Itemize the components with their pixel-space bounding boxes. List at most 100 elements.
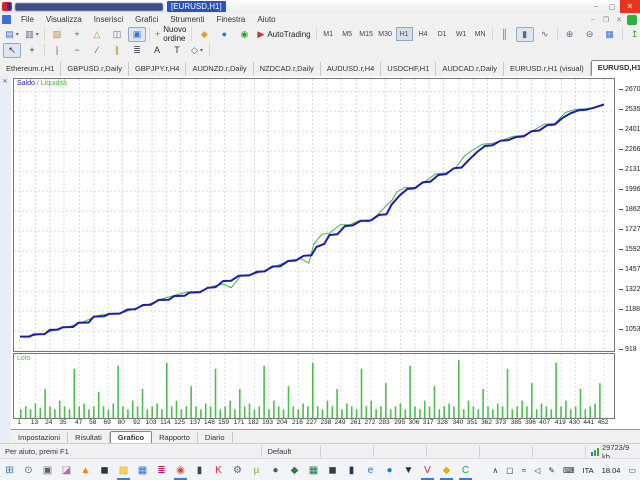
skype-icon[interactable]: ● (380, 460, 399, 480)
menu-inserisci[interactable]: Inserisci (88, 15, 129, 24)
chrome-icon[interactable]: ◉ (171, 460, 190, 480)
chart-tab-audusd-r-h4[interactable]: AUDUSD.r,H4 (321, 62, 382, 76)
store-icon[interactable]: ▼ (399, 460, 418, 480)
tester-tab-risultati[interactable]: Risultati (68, 431, 110, 443)
close-button[interactable]: ✕ (620, 0, 640, 13)
zoom-in-icon[interactable]: ⊕ (561, 27, 579, 42)
app-icon-6[interactable]: ● (266, 460, 285, 480)
search-icon[interactable]: ⊙ (19, 460, 38, 480)
tester-tab-grafico[interactable]: Grafico (109, 430, 153, 444)
chart-tab-gbpjpy-r-h4[interactable]: GBPJPY.r,H4 (129, 62, 187, 76)
chart-tab-usdchf-h1[interactable]: USDCHF,H1 (381, 62, 437, 76)
cursor-icon[interactable]: ↖ (3, 42, 21, 58)
chart-tab-eurusd-r-h1-visual-[interactable]: EURUSD.r,H1 (visual) (504, 62, 591, 76)
tile-panes-icon[interactable]: ◫ (108, 27, 126, 42)
shield-icon[interactable]: ◆ (285, 460, 304, 480)
tester-tab-diario[interactable]: Diario (198, 431, 233, 443)
excel-icon[interactable]: ▦ (304, 460, 323, 480)
timeframe-d1[interactable]: D1 (434, 27, 451, 41)
mt4-icon[interactable]: ◆ (437, 460, 456, 480)
channel-icon[interactable]: ∥ (108, 43, 126, 58)
menu-finestra[interactable]: Finestra (210, 15, 251, 24)
bars-chart-icon[interactable]: ║ (496, 27, 514, 42)
app-icon-1[interactable]: ◪ (57, 460, 76, 480)
tester-close-icon[interactable]: ✕ (1, 78, 9, 86)
chart-tab-eurusd-h1[interactable]: EURUSD,H1 (590, 60, 640, 76)
pen-icon[interactable]: ✎ (544, 466, 559, 475)
explorer-icon[interactable]: ▨ (114, 460, 133, 480)
menu-visualizza[interactable]: Visualizza (40, 15, 88, 24)
arrange-up-icon[interactable]: ↥ (626, 27, 640, 42)
label-icon[interactable]: T (168, 43, 186, 58)
chart-close-icon[interactable]: ✕ (614, 16, 624, 24)
profiles-icon[interactable]: ▥ ▾ (23, 27, 41, 42)
chart-tab-ethereum-r-h1[interactable]: Ethereum.r,H1 (0, 62, 62, 76)
chart-restore-icon[interactable]: ❐ (601, 16, 611, 24)
menu-aiuto[interactable]: Aiuto (251, 15, 281, 24)
zoom-out-icon[interactable]: ⊖ (581, 27, 599, 42)
vertical-line-icon[interactable]: | (48, 43, 66, 58)
shapes-icon[interactable]: ◇ ▾ (188, 43, 206, 58)
tile-windows-icon[interactable]: ▦ (601, 27, 619, 42)
network-icon[interactable]: ≈ (518, 466, 530, 475)
app-icon-2[interactable]: ◼ (95, 460, 114, 480)
hidden-icons-chevron[interactable]: ∧ (488, 466, 502, 475)
text-icon[interactable]: A (148, 43, 166, 58)
app-icon-c[interactable]: C (456, 460, 475, 480)
settings-icon[interactable]: ⚙ (228, 460, 247, 480)
chart-tab-audcad-r-daily[interactable]: AUDCAD.r,Daily (436, 62, 504, 76)
language-indicator[interactable]: ITA (579, 466, 598, 475)
overlay-green-icon[interactable] (627, 14, 637, 25)
chart-tab-gbpusd-r-daily[interactable]: GBPUSD.r,Daily (61, 62, 129, 76)
app-icon-7[interactable]: ◼ (323, 460, 342, 480)
line-chart-icon[interactable]: ∿ (536, 27, 554, 42)
timeframe-m30[interactable]: M30 (377, 27, 394, 41)
vlc-icon[interactable]: ▲ (76, 460, 95, 480)
menu-file[interactable]: File (15, 15, 40, 24)
autotrading-button[interactable]: ▶ AutoTrading (255, 27, 312, 42)
horizontal-line-icon[interactable]: − (68, 43, 86, 58)
app-icon-3[interactable]: ▦ (133, 460, 152, 480)
lots-histogram-plot[interactable] (13, 353, 615, 419)
chart-tab-audnzd-r-daily[interactable]: AUDNZD.r,Daily (186, 62, 254, 76)
tester-tab-rapporto[interactable]: Rapporto (152, 431, 198, 443)
timeframe-h4[interactable]: H4 (415, 27, 432, 41)
volume-muted-icon[interactable]: ◁ (530, 466, 544, 475)
new-order-button[interactable]: + Nuovo ordine (153, 25, 188, 43)
action-center-icon[interactable]: ▭ (624, 466, 640, 475)
news-icon[interactable]: ◉ (235, 27, 253, 42)
minimize-button[interactable]: – (588, 1, 604, 12)
timeframe-m5[interactable]: M5 (339, 27, 356, 41)
objects-icon[interactable]: △ (88, 27, 106, 42)
tablet-mode-icon[interactable]: ▢ (502, 466, 518, 475)
timeframe-m1[interactable]: M1 (320, 27, 337, 41)
chart-shift-icon[interactable]: ▧ (48, 27, 66, 42)
tester-tab-impostazioni[interactable]: Impostazioni (11, 431, 69, 443)
candles-chart-icon[interactable]: ▮ (515, 26, 534, 42)
auto-scroll-icon[interactable]: + (68, 27, 86, 42)
menu-strumenti[interactable]: Strumenti (164, 15, 210, 24)
clock[interactable]: 18.04 (598, 466, 625, 475)
timeframe-h1[interactable]: H1 (395, 27, 413, 41)
accounts-icon[interactable]: ● (215, 27, 233, 42)
app-icon-5[interactable]: ▮ (190, 460, 209, 480)
app-icon-k[interactable]: K (209, 460, 228, 480)
timeframe-m15[interactable]: M15 (358, 27, 375, 41)
task-view-icon[interactable]: ▣ (38, 460, 57, 480)
keyboard-icon[interactable]: ⌨ (559, 466, 579, 475)
tester-graph-area[interactable]: Saldo / Liquidità Lots 2670 2535 2401 2266 2… (11, 76, 640, 429)
chart-tab-nzdcad-r-daily[interactable]: NZDCAD.r,Daily (254, 62, 321, 76)
history-center-icon[interactable]: ◆ (195, 27, 213, 42)
edge-icon[interactable]: e (361, 460, 380, 480)
crosshair-icon[interactable]: + (23, 43, 41, 58)
timeframe-w1[interactable]: W1 (453, 27, 470, 41)
new-chart-icon[interactable]: ▤ ▾ (3, 27, 21, 42)
utorrent-icon[interactable]: µ (247, 460, 266, 480)
maximize-button[interactable]: ▢ (604, 1, 620, 12)
app-icon-8[interactable]: ▮ (342, 460, 361, 480)
fibonacci-icon[interactable]: ≣ (128, 43, 146, 58)
start-button[interactable]: ⊞ (0, 460, 19, 480)
trendline-icon[interactable]: ∕ (88, 43, 106, 58)
chart-system-icon[interactable] (2, 15, 11, 24)
status-profile[interactable]: Default (262, 446, 321, 457)
